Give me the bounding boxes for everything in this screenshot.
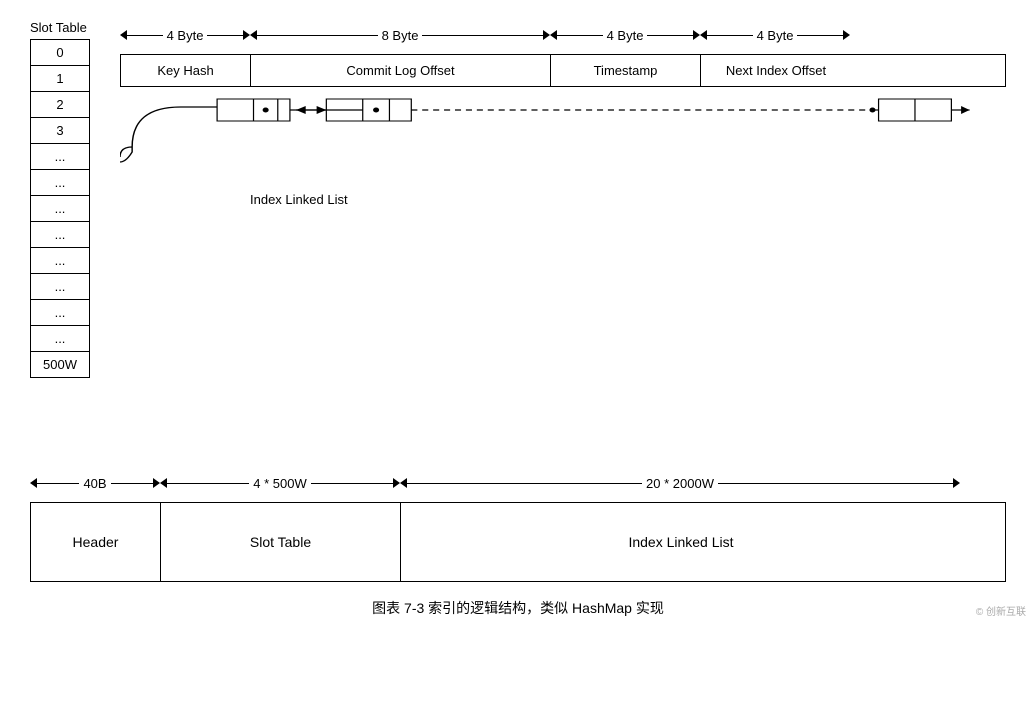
bottom-box: Header (31, 503, 161, 581)
slot-table-cell: ... (31, 248, 90, 274)
left-arrowhead-icon (250, 30, 257, 40)
caption: 图表 7-3 索引的逻辑结构，类似 HashMap 实现 (30, 598, 1006, 618)
right-section: 4 Byte 8 Byte 4 Byte 4 Byte Key HashCommit … (120, 20, 1006, 207)
byte-labels-row: 4 Byte 8 Byte 4 Byte 4 Byte (120, 20, 1006, 50)
left-arrowhead-icon (550, 30, 557, 40)
size-label-text: 40B (79, 476, 110, 491)
field-box: Next Index Offset (701, 55, 851, 86)
slot-table-cell: ... (31, 144, 90, 170)
watermark: © 创新互联 (976, 603, 1026, 618)
size-label-text: 20 * 2000W (642, 476, 718, 491)
byte-label-text: 8 Byte (378, 28, 423, 43)
size-label-group: 20 * 2000W (400, 476, 960, 491)
slot-table-cell: ... (31, 326, 90, 352)
byte-label-group: 4 Byte (550, 28, 700, 43)
bottom-boxes-row: HeaderSlot TableIndex Linked List (30, 502, 1006, 582)
section-separator (30, 418, 1006, 448)
right-arrowhead-icon (153, 478, 160, 488)
byte-label-text: 4 Byte (753, 28, 798, 43)
field-box: Commit Log Offset (251, 55, 551, 86)
byte-label-text: 4 Byte (163, 28, 208, 43)
slot-table: 0123........................500W (30, 39, 90, 378)
right-arrowhead-icon (393, 478, 400, 488)
bottom-box: Slot Table (161, 503, 401, 581)
slot-table-container: Slot Table 0123........................5… (30, 20, 90, 378)
slot-table-label: Slot Table (30, 20, 87, 35)
main-container: Slot Table 0123........................5… (0, 0, 1036, 628)
bottom-box: Index Linked List (401, 503, 961, 581)
slot-table-cell: ... (31, 300, 90, 326)
right-arrowhead-icon (693, 30, 700, 40)
left-arrowhead-icon (400, 478, 407, 488)
size-label-text: 4 * 500W (249, 476, 310, 491)
left-arrowhead-icon (160, 478, 167, 488)
top-section: Slot Table 0123........................5… (30, 20, 1006, 378)
left-arrowhead-icon (120, 30, 127, 40)
slot-table-cell: 0 (31, 40, 90, 66)
slot-table-cell: ... (31, 170, 90, 196)
field-box: Timestamp (551, 55, 701, 86)
byte-label-group: 8 Byte (250, 28, 550, 43)
slot-table-cell: 2 (31, 92, 90, 118)
size-label-group: 40B (30, 476, 160, 491)
right-arrowhead-icon (243, 30, 250, 40)
slot-table-cell: ... (31, 222, 90, 248)
left-arrowhead-icon (30, 478, 37, 488)
linked-list-svg (120, 97, 1006, 207)
size-labels-row: 40B 4 * 500W 20 * 2000W (30, 468, 1006, 498)
byte-label-group: 4 Byte (700, 28, 850, 43)
slot-table-cell: ... (31, 274, 90, 300)
right-arrowhead-icon (843, 30, 850, 40)
right-arrowhead-icon (543, 30, 550, 40)
linked-list-area: Index Linked List (120, 97, 1006, 207)
field-boxes-row: Key HashCommit Log OffsetTimestampNext I… (120, 54, 1006, 87)
byte-label-text: 4 Byte (603, 28, 648, 43)
right-arrowhead-icon (953, 478, 960, 488)
slot-table-cell: ... (31, 196, 90, 222)
field-box: Key Hash (121, 55, 251, 86)
size-label-group: 4 * 500W (160, 476, 400, 491)
bottom-section: 40B 4 * 500W 20 * 2000W HeaderSlot TableIn… (30, 468, 1006, 582)
slot-table-cell: 3 (31, 118, 90, 144)
slot-table-cell: 500W (31, 352, 90, 378)
linked-list-label: Index Linked List (250, 192, 348, 207)
slot-table-cell: 1 (31, 66, 90, 92)
byte-label-group: 4 Byte (120, 28, 250, 43)
left-arrowhead-icon (700, 30, 707, 40)
